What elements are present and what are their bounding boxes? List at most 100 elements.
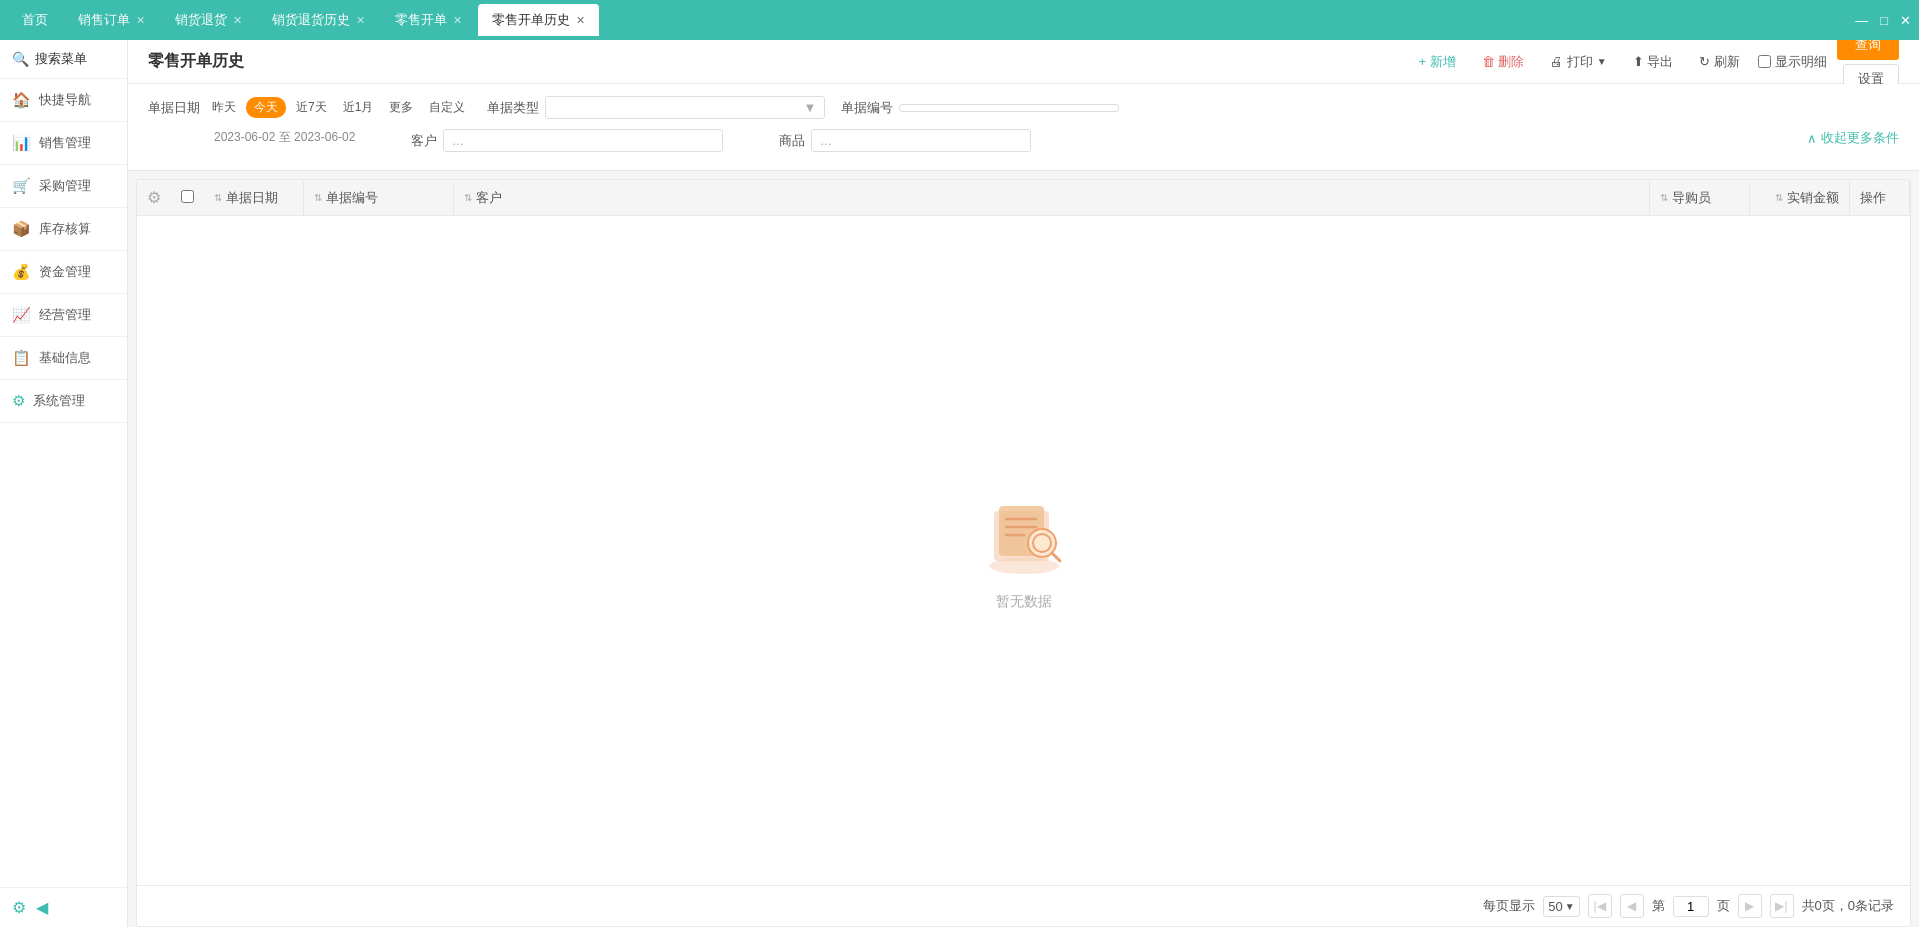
sidebar-item-quick-nav[interactable]: 🏠 快捷导航 xyxy=(0,79,127,122)
filter-date-range-row: 2023-06-02 至 2023-06-02 xyxy=(148,129,355,146)
add-label: + 新增 xyxy=(1418,53,1455,71)
print-dropdown-icon[interactable]: ▼ xyxy=(1597,56,1607,67)
settings-icon[interactable]: ⚙ xyxy=(12,898,26,917)
sidebar-search[interactable]: 🔍 搜索菜单 xyxy=(0,40,127,79)
date-btn-7days[interactable]: 近7天 xyxy=(290,97,333,118)
collapse-sidebar-icon[interactable]: ◀ xyxy=(36,898,48,917)
filter-goods-input[interactable]: ... xyxy=(811,129,1031,152)
sidebar-item-purchase-mgmt[interactable]: 🛒 采购管理 xyxy=(0,165,127,208)
tab-sales-return[interactable]: 销货退货 ✕ xyxy=(161,4,256,36)
prev-page-btn[interactable]: ◀ xyxy=(1620,894,1644,918)
tab-home[interactable]: 首页 xyxy=(8,4,62,36)
empty-state: 暂无数据 xyxy=(137,216,1910,885)
sidebar-item-sys-mgmt[interactable]: ⚙ 系统管理 xyxy=(0,380,127,423)
sys-icon: ⚙ xyxy=(12,392,25,410)
tab-retail-open-history-label: 零售开单历史 xyxy=(492,11,570,29)
sidebar-item-basic-info[interactable]: 📋 基础信息 xyxy=(0,337,127,380)
tab-sales-return-history[interactable]: 销货退货历史 ✕ xyxy=(258,4,379,36)
window-controls: — □ ✕ xyxy=(1855,13,1911,28)
main-layout: 🔍 搜索菜单 🏠 快捷导航 📊 销售管理 🛒 采购管理 📦 库存核算 💰 资金管… xyxy=(0,40,1919,927)
delete-button[interactable]: 🗑 删除 xyxy=(1474,49,1533,75)
per-page-select[interactable]: 50 ▼ xyxy=(1543,896,1579,917)
delete-label: 🗑 删除 xyxy=(1482,53,1525,71)
page-label-before: 第 xyxy=(1652,897,1665,915)
date-btn-today[interactable]: 今天 xyxy=(246,97,286,118)
top-tab-bar: 首页 销售订单 ✕ 销货退货 ✕ 销货退货历史 ✕ 零售开单 ✕ 零售开单历史 … xyxy=(0,0,1919,40)
th-date[interactable]: ⇅ 单据日期 xyxy=(204,181,304,215)
window-close-btn[interactable]: ✕ xyxy=(1900,13,1911,28)
sidebar-item-basic-info-label: 基础信息 xyxy=(39,349,91,367)
tab-retail-open-history[interactable]: 零售开单历史 ✕ xyxy=(478,4,599,36)
date-btns: 昨天 今天 近7天 近1月 更多 自定义 xyxy=(206,97,471,118)
filter-no-input[interactable] xyxy=(899,104,1119,112)
last-page-btn[interactable]: ▶| xyxy=(1770,894,1794,918)
date-btn-1month[interactable]: 近1月 xyxy=(337,97,380,118)
filter-goods-label: 商品 xyxy=(779,132,805,150)
tab-sales-return-history-label: 销货退货历史 xyxy=(272,11,350,29)
sales-icon: 📊 xyxy=(12,134,31,152)
collapse-btn[interactable]: ∧ 收起更多条件 xyxy=(1807,129,1899,147)
th-customer[interactable]: ⇅ 客户 xyxy=(454,181,1650,215)
sidebar-item-ops-mgmt[interactable]: 📈 经营管理 xyxy=(0,294,127,337)
table-check-all[interactable] xyxy=(171,181,204,215)
per-page-arrow-icon: ▼ xyxy=(1565,901,1575,912)
filter-type-select[interactable]: ▼ xyxy=(545,96,825,119)
window-max-btn[interactable]: □ xyxy=(1880,13,1888,28)
sort-icon-date: ⇅ xyxy=(214,192,222,203)
check-all-checkbox[interactable] xyxy=(181,190,194,203)
tab-retail-open-label: 零售开单 xyxy=(395,11,447,29)
sort-icon-customer: ⇅ xyxy=(464,192,472,203)
th-date-label: 单据日期 xyxy=(226,189,278,207)
filter-date-label: 单据日期 xyxy=(148,99,200,117)
date-btn-custom[interactable]: 自定义 xyxy=(423,97,471,118)
th-no[interactable]: ⇅ 单据编号 xyxy=(304,181,454,215)
per-page-label: 每页显示 xyxy=(1483,897,1535,915)
sidebar-item-finance[interactable]: 💰 资金管理 xyxy=(0,251,127,294)
next-page-btn[interactable]: ▶ xyxy=(1738,894,1762,918)
th-amount[interactable]: ⇅ 实销金额 xyxy=(1750,181,1850,215)
tab-retail-open[interactable]: 零售开单 ✕ xyxy=(381,4,476,36)
filter-customer-input[interactable]: ... xyxy=(443,129,723,152)
sidebar-item-sales-mgmt[interactable]: 📊 销售管理 xyxy=(0,122,127,165)
tab-retail-open-close[interactable]: ✕ xyxy=(453,14,462,27)
page-title: 零售开单历史 xyxy=(148,51,244,72)
first-page-btn[interactable]: |◀ xyxy=(1588,894,1612,918)
window-min-btn[interactable]: — xyxy=(1855,13,1868,28)
print-button[interactable]: 🖨 打印 ▼ xyxy=(1542,49,1615,75)
purchase-icon: 🛒 xyxy=(12,177,31,195)
sidebar-item-inventory-label: 库存核算 xyxy=(39,220,91,238)
tab-sales-return-close[interactable]: ✕ xyxy=(233,14,242,27)
table-settings-icon[interactable]: ⚙ xyxy=(137,180,171,215)
show-detail-label: 显示明细 xyxy=(1775,53,1827,71)
filter-customer: 客户 ... xyxy=(411,129,723,152)
query-button[interactable]: 查询 xyxy=(1837,40,1899,60)
sidebar-search-label: 搜索菜单 xyxy=(35,50,87,68)
page-input[interactable] xyxy=(1673,896,1709,917)
sidebar: 🔍 搜索菜单 🏠 快捷导航 📊 销售管理 🛒 采购管理 📦 库存核算 💰 资金管… xyxy=(0,40,128,927)
add-button[interactable]: + 新增 xyxy=(1410,49,1463,75)
th-op-label: 操作 xyxy=(1860,189,1886,207)
export-button[interactable]: ⬆ 导出 xyxy=(1625,49,1682,75)
show-detail-checkbox[interactable]: 显示明细 xyxy=(1758,53,1827,71)
tab-home-label: 首页 xyxy=(22,11,48,29)
goods-dots: ... xyxy=(820,133,831,148)
tab-sales-order-close[interactable]: ✕ xyxy=(136,14,145,27)
filter-no: 单据编号 xyxy=(841,99,1119,117)
th-op: 操作 xyxy=(1850,181,1910,215)
basic-info-icon: 📋 xyxy=(12,349,31,367)
date-btn-more[interactable]: 更多 xyxy=(383,97,419,118)
show-detail-check[interactable] xyxy=(1758,55,1771,68)
sidebar-item-inventory[interactable]: 📦 库存核算 xyxy=(0,208,127,251)
sort-icon-amount: ⇅ xyxy=(1775,192,1783,203)
tab-sales-return-history-close[interactable]: ✕ xyxy=(356,14,365,27)
filter-date-range: 2023-06-02 至 2023-06-02 xyxy=(214,129,355,146)
date-btn-yesterday[interactable]: 昨天 xyxy=(206,97,242,118)
tab-sales-order[interactable]: 销售订单 ✕ xyxy=(64,4,159,36)
tab-sales-order-label: 销售订单 xyxy=(78,11,130,29)
refresh-button[interactable]: ↻ 刷新 xyxy=(1691,49,1748,75)
tab-retail-open-history-close[interactable]: ✕ xyxy=(576,14,585,27)
ops-icon: 📈 xyxy=(12,306,31,324)
sidebar-bottom: ⚙ ◀ xyxy=(0,887,127,927)
th-guide[interactable]: ⇅ 导购员 xyxy=(1650,181,1750,215)
total-text: 共0页，0条记录 xyxy=(1802,897,1894,915)
